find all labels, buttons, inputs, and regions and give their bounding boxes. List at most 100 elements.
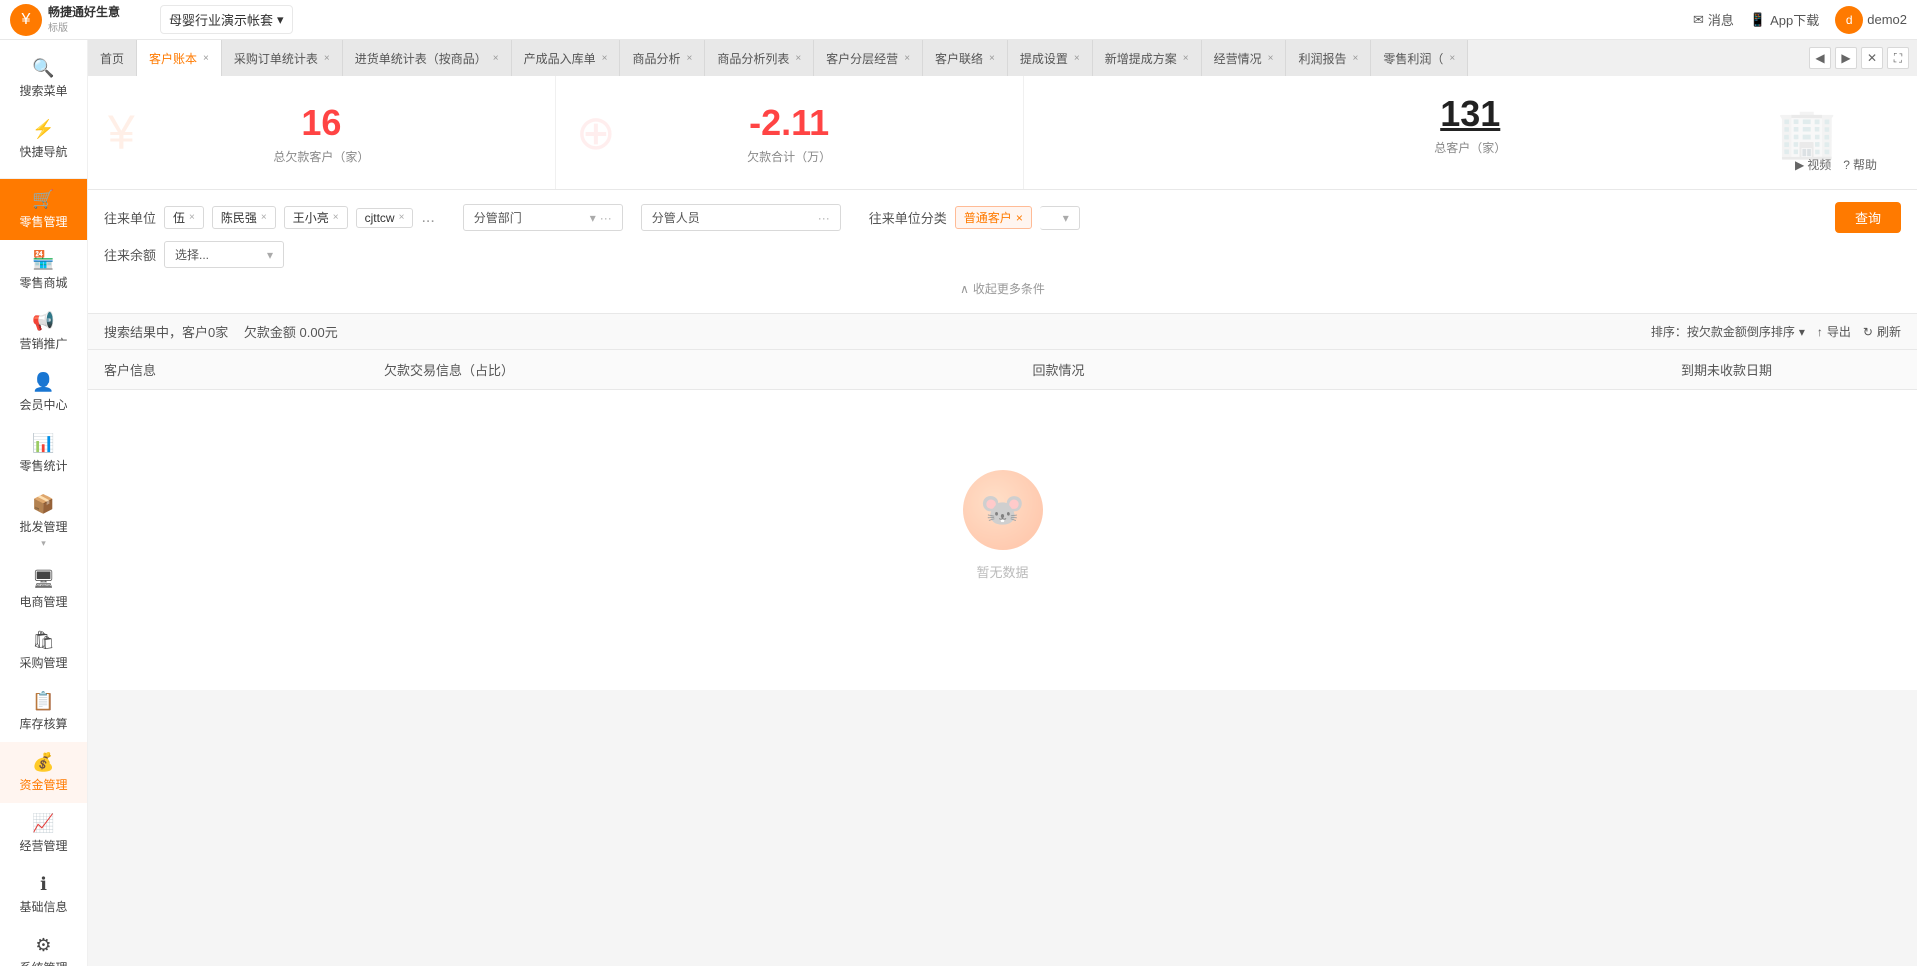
sidebar-item-retail-mgmt[interactable]: 🛒 零售管理 <box>0 179 87 240</box>
tab-customer-capital-label: 客户账本 <box>149 50 197 67</box>
sidebar-item-ecommerce[interactable]: 🖥 电商管理 <box>0 559 87 620</box>
filter-area: 往来单位 伍 × 陈民强 × 王小亮 × cjttcw <box>88 190 1917 314</box>
logo-sub: 标版 <box>48 19 120 34</box>
retail-mgmt-icon: 🛒 <box>32 189 54 210</box>
content-area: 首页 客户账本 × 采购订单统计表 × 进货单统计表（按商品） × 产成品入库单… <box>88 40 1917 966</box>
tab-product-instock[interactable]: 产成品入库单 × <box>512 40 621 76</box>
close-icon[interactable]: × <box>989 53 995 64</box>
refresh-button[interactable]: ↻ 刷新 <box>1863 323 1901 340</box>
tab-purchase-order[interactable]: 采购订单统计表 × <box>222 40 343 76</box>
close-icon[interactable]: × <box>795 53 801 64</box>
remove-tag-chen[interactable]: × <box>261 212 267 223</box>
tab-customer-contact[interactable]: 客户联络 × <box>923 40 1008 76</box>
sidebar-item-search[interactable]: 🔍 搜索菜单 <box>0 48 87 109</box>
tab-close-all[interactable]: ✕ <box>1861 47 1883 69</box>
stats-row: ¥ 16 总欠款客户（家） ⊕ -2.11 欠款合计（万） 🏢 131 总客户（… <box>88 76 1917 190</box>
close-icon[interactable]: × <box>493 53 499 64</box>
remove-category-tag[interactable]: × <box>1016 211 1023 225</box>
help-btn[interactable]: ? 帮助 <box>1843 156 1877 173</box>
collapse-label: 收起更多条件 <box>973 280 1045 297</box>
tab-scroll-left[interactable]: ◀ <box>1809 47 1831 69</box>
app-download-button[interactable]: 📱 App下载 <box>1750 10 1819 29</box>
close-icon[interactable]: × <box>203 53 209 64</box>
query-button[interactable]: 查询 <box>1835 202 1901 233</box>
balance-select[interactable]: 选择... ▾ <box>164 241 284 268</box>
tab-promotion-settings[interactable]: 提成设置 × <box>1008 40 1093 76</box>
collapse-up-icon: ∧ <box>960 282 969 296</box>
tab-scroll-right[interactable]: ▶ <box>1835 47 1857 69</box>
tab-retail-profit[interactable]: 零售利润（ × <box>1371 40 1468 76</box>
help-icon: ? <box>1843 158 1850 172</box>
tab-customer-capital[interactable]: 客户账本 × <box>137 40 222 76</box>
sidebar-batch-mgmt-label: 批发管理 <box>19 518 67 535</box>
sidebar-system-label: 系统管理 <box>19 959 67 966</box>
category-dropdown[interactable]: ▾ <box>1040 206 1080 230</box>
close-icon[interactable]: × <box>1183 53 1189 64</box>
tab-product-analysis-label: 商品分析 <box>632 50 680 67</box>
sort-arrow-icon: ▾ <box>1799 325 1805 339</box>
sidebar-marketing-label: 营销推广 <box>19 335 67 352</box>
balance-placeholder: 选择... <box>175 246 209 263</box>
remove-tag-wang[interactable]: × <box>333 212 339 223</box>
sidebar-item-inventory[interactable]: 📋 库存核算 <box>0 681 87 742</box>
close-icon[interactable]: × <box>904 53 910 64</box>
close-icon[interactable]: × <box>1449 53 1455 64</box>
close-icon[interactable]: × <box>324 53 330 64</box>
tab-purchase-stats-label: 进货单统计表（按商品） <box>355 50 487 67</box>
tab-purchase-stats[interactable]: 进货单统计表（按商品） × <box>343 40 512 76</box>
sidebar-item-finance[interactable]: 💰 资金管理 <box>0 742 87 803</box>
sidebar-item-operations[interactable]: 📈 经营管理 <box>0 803 87 864</box>
tab-operations-status-label: 经营情况 <box>1214 50 1262 67</box>
dept-filter[interactable]: 分管部门 ▾ ··· <box>463 204 623 231</box>
remove-tag-cjttcw[interactable]: × <box>399 212 405 223</box>
remove-tag-wu[interactable]: × <box>189 212 195 223</box>
sidebar-item-retail-stats[interactable]: 📊 零售统计 <box>0 423 87 484</box>
sidebar-item-marketing[interactable]: 📢 营销推广 <box>0 301 87 362</box>
sidebar-item-basic-info[interactable]: ℹ 基础信息 <box>0 864 87 925</box>
category-tag-normal: 普通客户 × <box>955 206 1032 229</box>
data-table: 客户信息 欠款交易信息（占比） 回款情况 到期未收款日期 🐭 暂无数据 <box>88 350 1917 690</box>
dept-dots-icon: ··· <box>600 211 612 225</box>
quick-nav-icon: ⚡ <box>32 119 54 140</box>
tab-operations-status[interactable]: 经营情况 × <box>1202 40 1287 76</box>
sort-dropdown[interactable]: 排序：按欠款金额倒序排序 ▾ <box>1651 323 1805 340</box>
stat-value-debt: -2.11 <box>749 101 829 144</box>
export-button[interactable]: ↑ 导出 <box>1817 323 1851 340</box>
sidebar-retail-mgmt-label: 零售管理 <box>19 213 67 230</box>
messages-button[interactable]: ✉ 消息 <box>1693 10 1734 29</box>
sidebar-item-retail-mall[interactable]: 🏪 零售商城 <box>0 240 87 301</box>
sidebar-item-system[interactable]: ⚙ 系统管理 <box>0 925 87 966</box>
tab-product-analysis[interactable]: 商品分析 × <box>620 40 705 76</box>
tab-product-analysis-list[interactable]: 商品分析列表 × <box>705 40 814 76</box>
sidebar-item-member-center[interactable]: 👤 会员中心 <box>0 362 87 423</box>
sidebar-operations-label: 经营管理 <box>19 837 67 854</box>
sidebar-purchase-label: 采购管理 <box>19 654 67 671</box>
tab-maximize[interactable]: ⛶ <box>1887 47 1909 69</box>
retail-stats-icon: 📊 <box>32 433 54 454</box>
sidebar-item-batch-mgmt[interactable]: 📦 批发管理 ▾ <box>0 484 87 559</box>
sidebar-ecommerce-label: 电商管理 <box>19 593 67 610</box>
tab-home[interactable]: 首页 <box>88 40 137 76</box>
col-debt-info: 欠款交易信息（占比） <box>384 360 1033 379</box>
close-icon[interactable]: × <box>1352 53 1358 64</box>
close-icon[interactable]: × <box>1074 53 1080 64</box>
sort-label: 排序：按欠款金额倒序排序 <box>1651 323 1795 340</box>
export-label: 导出 <box>1827 323 1851 340</box>
close-icon[interactable]: × <box>602 53 608 64</box>
user-profile-button[interactable]: d demo2 <box>1835 6 1907 34</box>
filter-more-btn[interactable]: ... <box>421 209 434 227</box>
sidebar-item-quick-nav[interactable]: ⚡ 快捷导航 <box>0 109 87 170</box>
tab-customer-segment[interactable]: 客户分层经营 × <box>814 40 923 76</box>
close-icon[interactable]: × <box>1268 53 1274 64</box>
sidebar-item-purchase[interactable]: 🛍 采购管理 <box>0 620 87 681</box>
person-filter[interactable]: 分管人员 ··· <box>641 204 841 231</box>
collapse-button[interactable]: ∧ 收起更多条件 <box>960 280 1045 297</box>
stat-card-total-debt: ⊕ -2.11 欠款合计（万） <box>556 76 1024 189</box>
tab-profit-report[interactable]: 利润报告 × <box>1286 40 1371 76</box>
chevron-down-icon: ▾ <box>277 12 284 28</box>
empty-icon: 🐭 <box>963 470 1043 550</box>
close-icon[interactable]: × <box>686 53 692 64</box>
tab-new-promotion[interactable]: 新增提成方案 × <box>1093 40 1202 76</box>
store-selector[interactable]: 母婴行业演示帐套 ▾ <box>160 5 293 34</box>
marketing-icon: 📢 <box>32 311 54 332</box>
